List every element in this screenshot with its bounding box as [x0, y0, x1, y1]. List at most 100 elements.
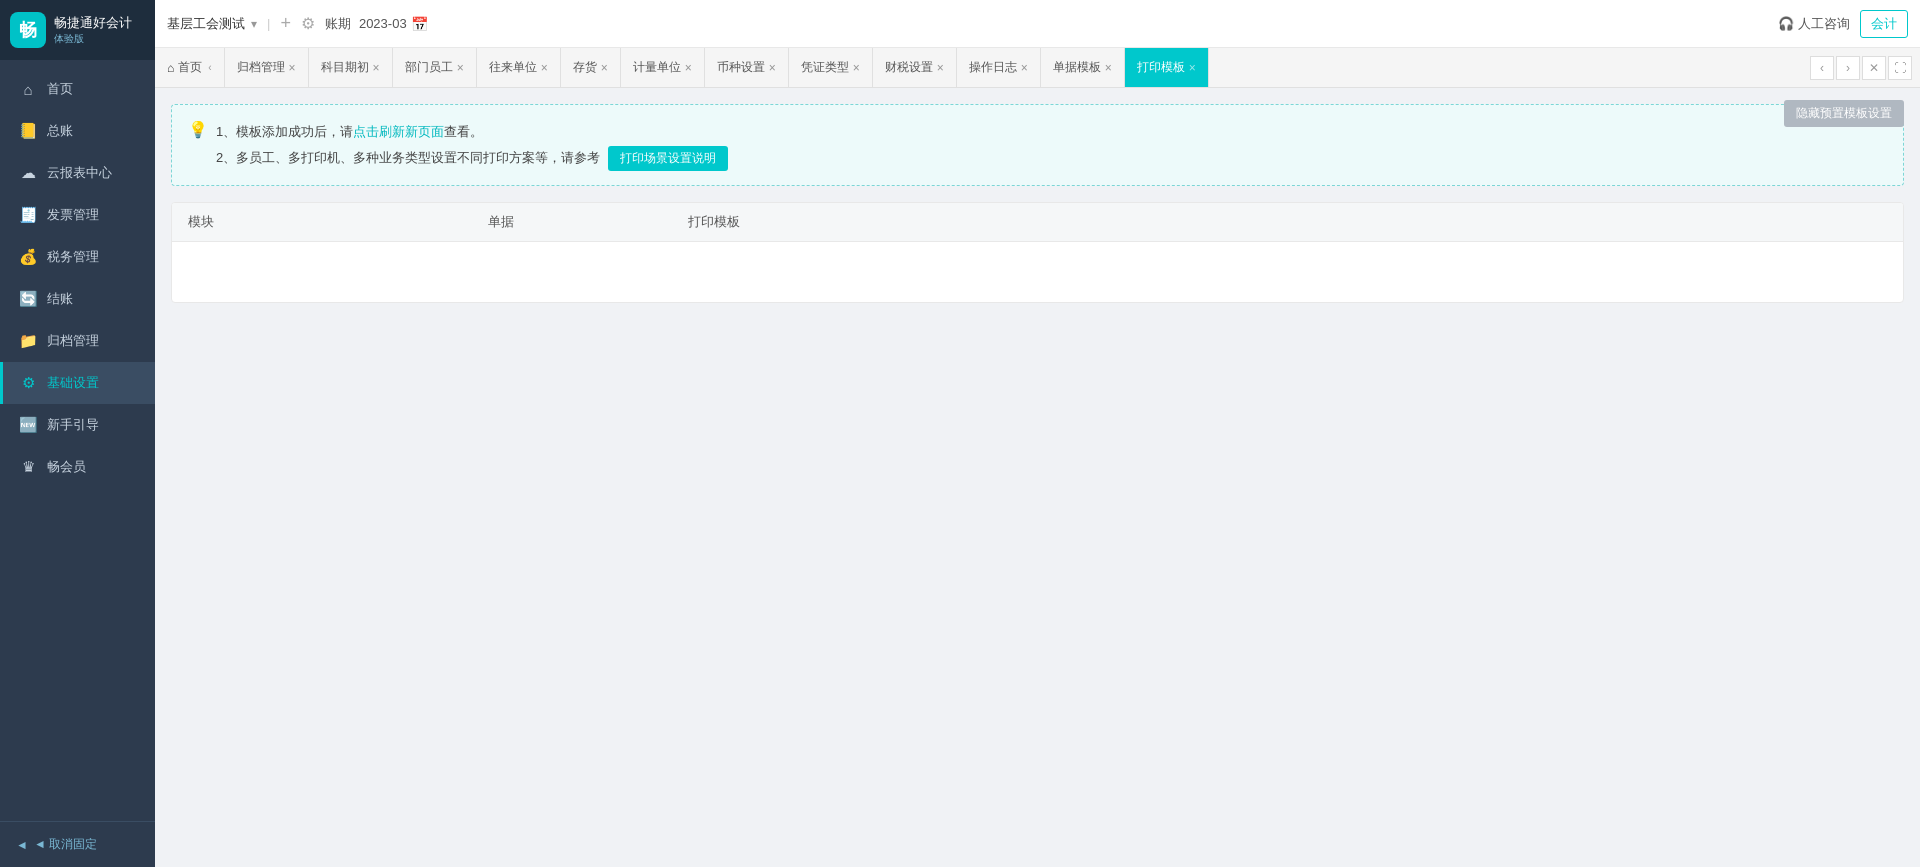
tab-label: 财税设置 — [885, 59, 933, 76]
tab-label: 部门员工 — [405, 59, 453, 76]
logo-text: 畅捷通好会计 体验版 — [54, 15, 132, 45]
tab-label: 单据模板 — [1053, 59, 1101, 76]
tab-navigation: ‹ › ✕ ⛶ — [1810, 56, 1920, 80]
tab-label: 计量单位 — [633, 59, 681, 76]
table-header: 模块 单据 打印模板 — [172, 203, 1903, 242]
topbar: 基层工会测试 ▾ | + ⚙ 账期 2023-03 📅 🎧 人工咨询 会计 — [155, 0, 1920, 48]
nav-label: 畅会员 — [47, 458, 86, 476]
nav-label: 新手引导 — [47, 416, 99, 434]
period-label: 账期 — [325, 15, 351, 33]
sidebar-item-archive[interactable]: 📁归档管理 — [0, 320, 155, 362]
ledger-icon: 📒 — [19, 122, 37, 140]
nav-label: 发票管理 — [47, 206, 99, 224]
nav-label: 归档管理 — [47, 332, 99, 350]
info-box-header: 💡 1、模板添加成功后，请点击刷新新页面查看。 2、多员工、多打印机、多种业务类… — [188, 119, 1887, 171]
nav-label: 税务管理 — [47, 248, 99, 266]
service-button[interactable]: 🎧 人工咨询 — [1778, 15, 1850, 33]
sidebar: 畅 畅捷通好会计 体验版 ⌂ 首页 📒总账 ☁ 云报表中心 🧾 发票管理 💰 税务管理 🔄结账📁归… — [0, 0, 155, 867]
sidebar-item-ledger[interactable]: 📒总账 — [0, 110, 155, 152]
tab-measure-unit[interactable]: 计量单位 × — [621, 48, 705, 87]
tab-single-template[interactable]: 单据模板 × — [1041, 48, 1125, 87]
add-company-icon[interactable]: + — [280, 13, 291, 34]
tab-expand-button[interactable]: ⛶ — [1888, 56, 1912, 80]
calendar-icon[interactable]: 📅 — [411, 16, 428, 32]
home-icon: ⌂ — [167, 61, 174, 75]
nav-label: 云报表中心 — [47, 164, 112, 182]
nav-label: 首页 — [47, 80, 73, 98]
tab-close-icon[interactable]: × — [937, 61, 944, 75]
tab-print-template[interactable]: 打印模板 × — [1125, 48, 1209, 87]
tab-close-icon[interactable]: × — [853, 61, 860, 75]
tab-dept-staff[interactable]: 部门员工 × — [393, 48, 477, 87]
sidebar-item-guide[interactable]: 🆕 新手引导 — [0, 404, 155, 446]
tab-counterpart[interactable]: 往来单位 × — [477, 48, 561, 87]
settings-icon[interactable]: ⚙ — [301, 14, 315, 33]
sidebar-unpin[interactable]: ◄ ◄ 取消固定 — [0, 821, 155, 867]
hide-template-button[interactable]: 隐藏预置模板设置 — [1784, 100, 1904, 127]
sidebar-item-tax[interactable]: 💰 税务管理 — [0, 236, 155, 278]
invoice-icon: 🧾 — [19, 206, 37, 224]
sidebar-item-invoice[interactable]: 🧾 发票管理 — [0, 194, 155, 236]
unpin-label: ◄ 取消固定 — [34, 836, 97, 853]
tab-next-button[interactable]: › — [1836, 56, 1860, 80]
sidebar-item-member[interactable]: ♛畅会员 — [0, 446, 155, 488]
table-body — [172, 242, 1903, 302]
info-line1-suffix: 查看。 — [444, 124, 483, 139]
cloud-report-icon: ☁ — [19, 164, 37, 182]
tab-inventory[interactable]: 存货 × — [561, 48, 621, 87]
content-area: 隐藏预置模板设置 💡 1、模板添加成功后，请点击刷新新页面查看。 2、多员工、多… — [155, 88, 1920, 867]
logo-version: 体验版 — [54, 32, 132, 45]
tab-close-all-button[interactable]: ✕ — [1862, 56, 1886, 80]
tab-subject-init[interactable]: 科目期初 × — [309, 48, 393, 87]
logo-icon: 畅 — [10, 12, 46, 48]
topbar-separator: | — [267, 16, 270, 31]
tab-close-icon[interactable]: × — [289, 61, 296, 75]
tab-close-icon[interactable]: × — [1105, 61, 1112, 75]
chevron-down-icon[interactable]: ▾ — [251, 17, 257, 31]
info-line1: 1、模板添加成功后，请点击刷新新页面查看。 — [216, 119, 728, 145]
tab-operation-log[interactable]: 操作日志 × — [957, 48, 1041, 87]
sidebar-item-basic-settings[interactable]: ⚙基础设置 — [0, 362, 155, 404]
tab-close-icon[interactable]: × — [769, 61, 776, 75]
tab-close-icon[interactable]: × — [685, 61, 692, 75]
sidebar-item-settlement[interactable]: 🔄结账 — [0, 278, 155, 320]
basic-settings-icon: ⚙ — [19, 374, 37, 392]
col-module-header: 模块 — [172, 203, 472, 241]
tab-close-icon[interactable]: × — [541, 61, 548, 75]
tab-close-icon[interactable]: × — [373, 61, 380, 75]
topbar-company[interactable]: 基层工会测试 ▾ — [167, 15, 257, 33]
headphone-icon: 🎧 — [1778, 16, 1794, 31]
account-button[interactable]: 会计 — [1860, 10, 1908, 38]
guide-icon: 🆕 — [19, 416, 37, 434]
tab-archive-mgmt[interactable]: 归档管理 × — [225, 48, 309, 87]
tab-close-icon[interactable]: × — [601, 61, 608, 75]
info-line1-link[interactable]: 点击刷新新页面 — [353, 124, 444, 139]
tab-label: 存货 — [573, 59, 597, 76]
col-print-header: 打印模板 — [672, 203, 1903, 241]
tab-label: 往来单位 — [489, 59, 537, 76]
sidebar-item-cloud-report[interactable]: ☁ 云报表中心 — [0, 152, 155, 194]
tab-home-chevron-icon[interactable]: ‹ — [208, 62, 211, 73]
tabbar: ⌂首页‹归档管理 ×科目期初 ×部门员工 ×往来单位 ×存货 ×计量单位 ×币种… — [155, 48, 1920, 88]
topbar-period: 账期 2023-03 📅 — [325, 15, 428, 33]
topbar-right: 🎧 人工咨询 会计 — [1778, 10, 1908, 38]
info-box: 💡 1、模板添加成功后，请点击刷新新页面查看。 2、多员工、多打印机、多种业务类… — [171, 104, 1904, 186]
print-template-table: 模块 单据 打印模板 — [171, 202, 1904, 303]
tab-close-icon[interactable]: × — [457, 61, 464, 75]
tab-currency[interactable]: 币种设置 × — [705, 48, 789, 87]
company-name: 基层工会测试 — [167, 15, 245, 33]
tab-label: 科目期初 — [321, 59, 369, 76]
main-area: 基层工会测试 ▾ | + ⚙ 账期 2023-03 📅 🎧 人工咨询 会计 ⌂首… — [155, 0, 1920, 867]
home-icon: ⌂ — [19, 81, 37, 98]
tab-voucher-type[interactable]: 凭证类型 × — [789, 48, 873, 87]
tab-label: 归档管理 — [237, 59, 285, 76]
sidebar-item-home[interactable]: ⌂ 首页 — [0, 68, 155, 110]
tab-home[interactable]: ⌂首页‹ — [155, 48, 225, 87]
info-text: 1、模板添加成功后，请点击刷新新页面查看。 2、多员工、多打印机、多种业务类型设… — [216, 119, 728, 171]
tab-close-icon[interactable]: × — [1189, 61, 1196, 75]
tax-icon: 💰 — [19, 248, 37, 266]
tab-close-icon[interactable]: × — [1021, 61, 1028, 75]
tab-tax-settings[interactable]: 财税设置 × — [873, 48, 957, 87]
tab-prev-button[interactable]: ‹ — [1810, 56, 1834, 80]
print-scene-button[interactable]: 打印场景设置说明 — [608, 146, 728, 171]
